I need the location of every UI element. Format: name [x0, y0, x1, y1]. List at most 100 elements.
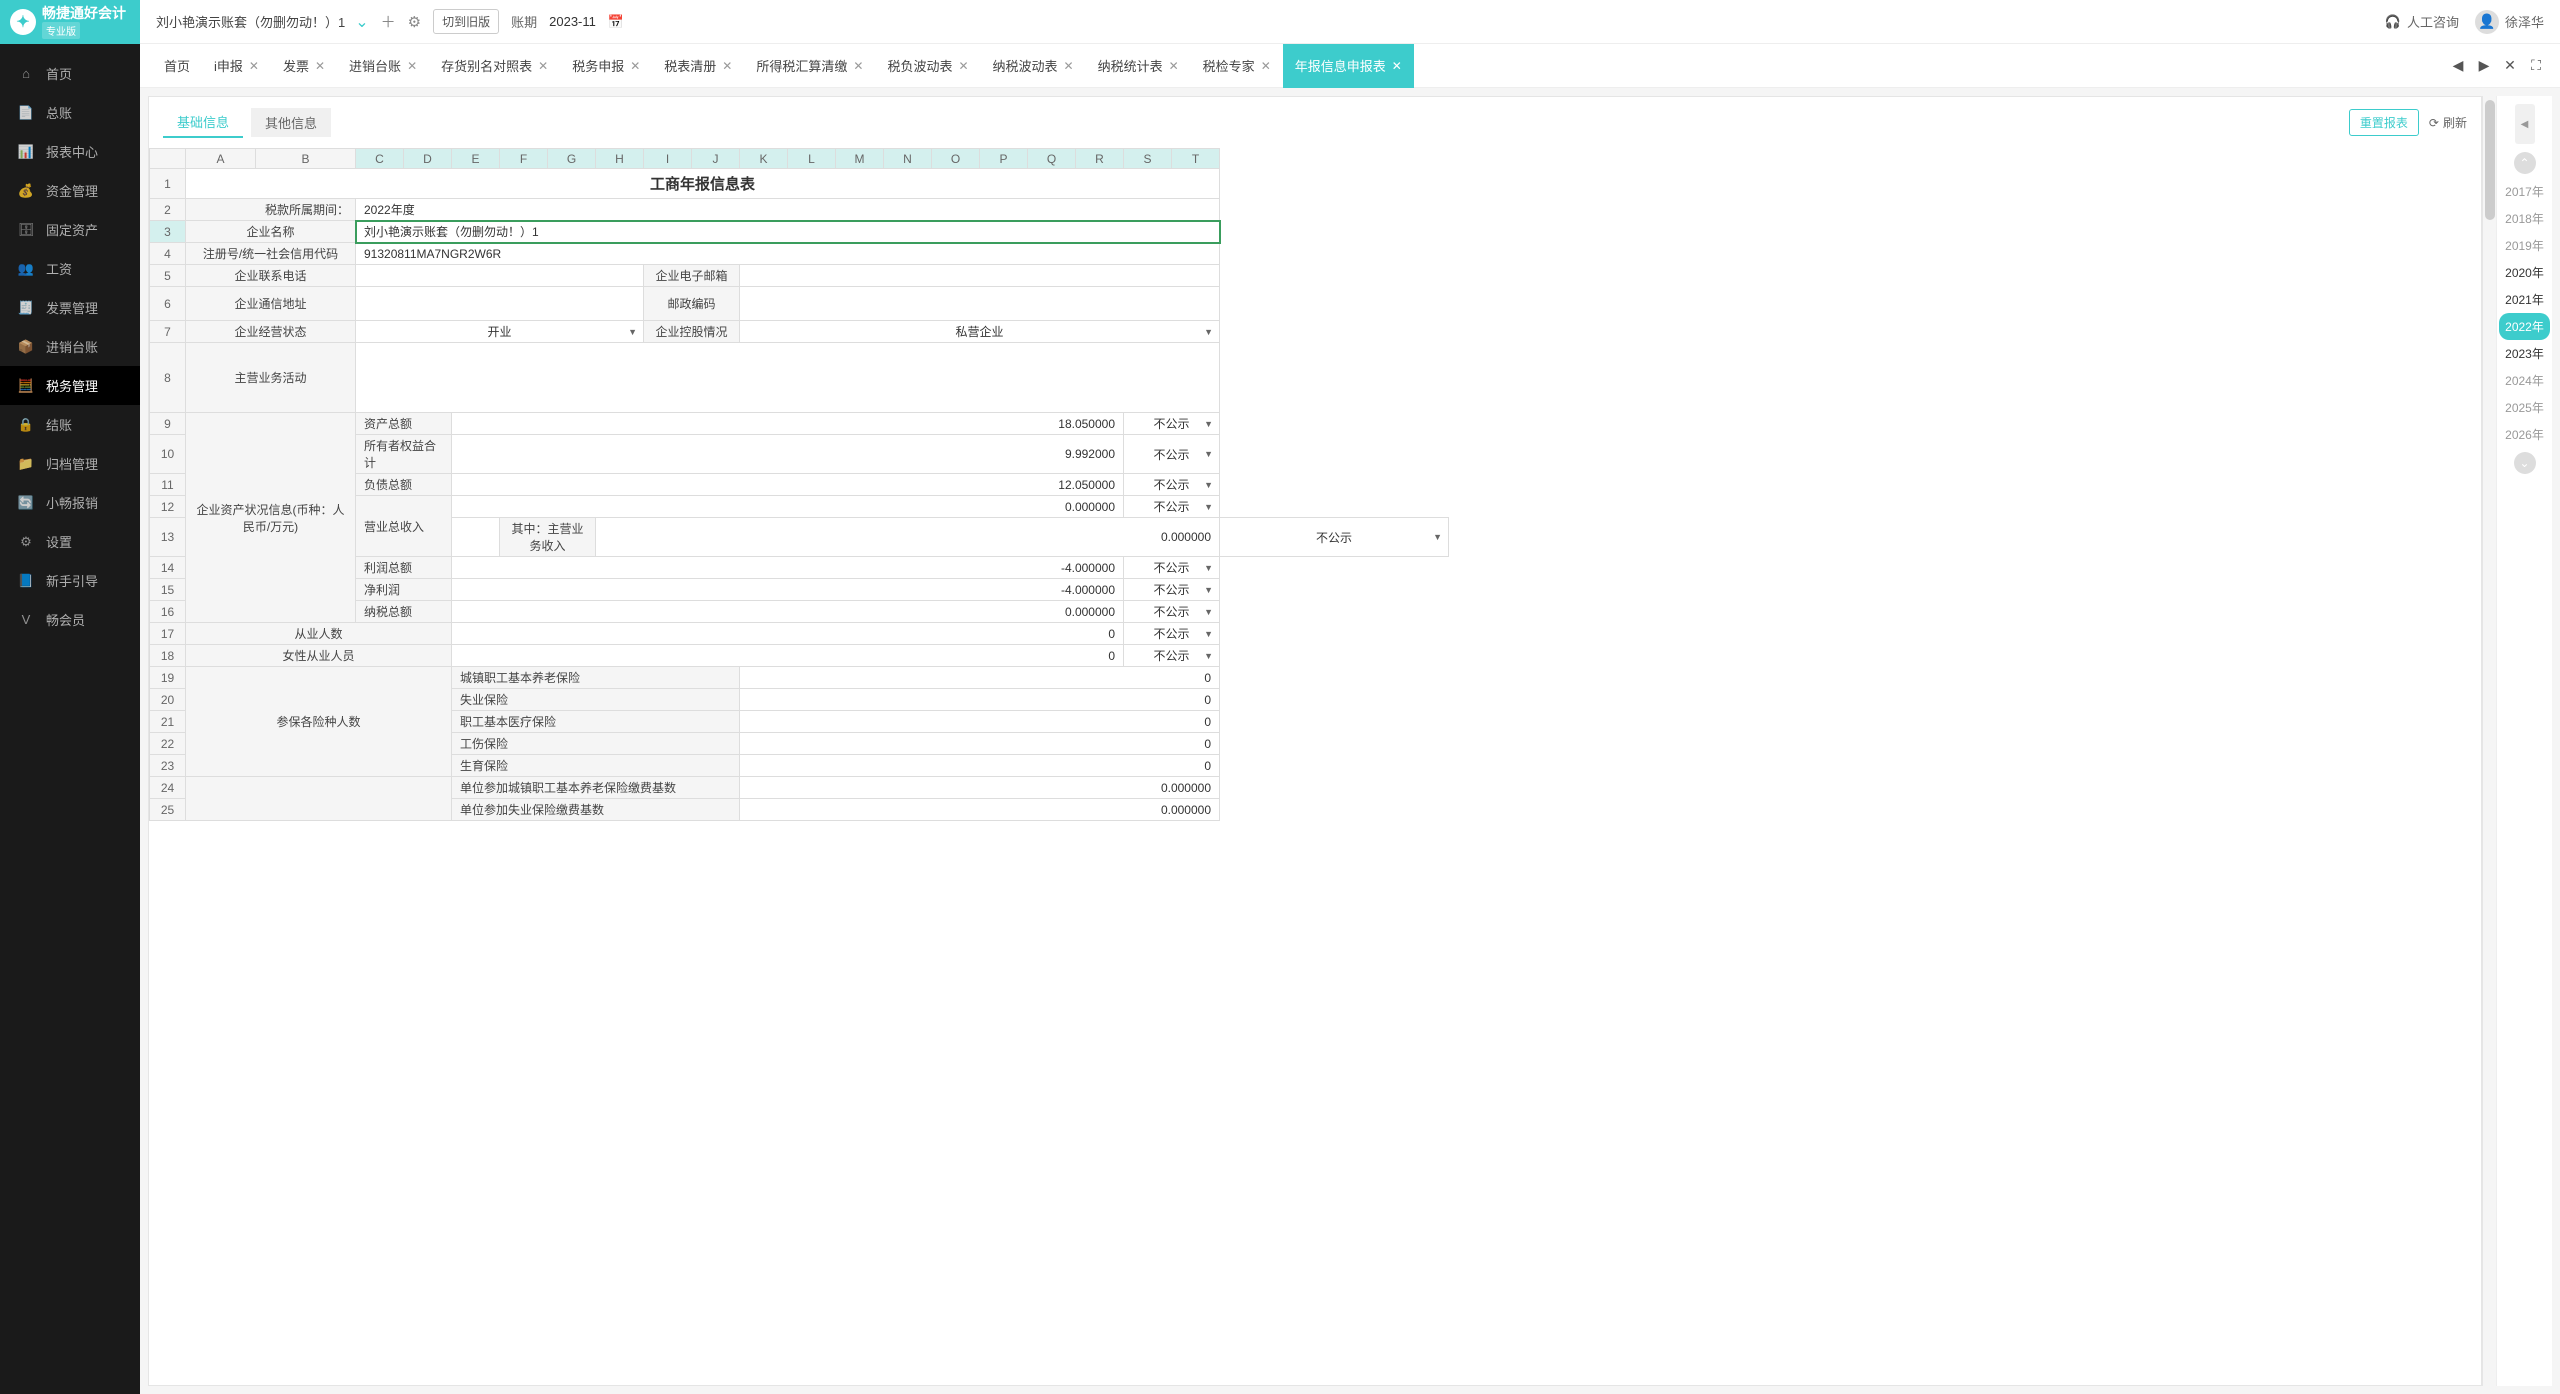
row-header[interactable]: 9 [150, 413, 186, 435]
cell-value[interactable]: 刘小艳演示账套（勿删勿动！）1 [356, 221, 1220, 243]
row-header[interactable]: 2 [150, 199, 186, 221]
sidebar-item-tax[interactable]: 🧮税务管理 [0, 366, 140, 405]
col-header[interactable]: S [1124, 149, 1172, 169]
tab-close-icon[interactable]: ✕ [407, 59, 417, 73]
cell-value[interactable] [740, 287, 1220, 321]
col-header[interactable]: C [356, 149, 404, 169]
cell-dropdown[interactable]: 私营企业 [740, 321, 1220, 343]
subtab-other[interactable]: 其他信息 [251, 108, 331, 137]
cell-value[interactable] [356, 343, 1220, 413]
tabs-close-all-button[interactable]: ✕ [2498, 54, 2522, 78]
row-header[interactable]: 6 [150, 287, 186, 321]
tab-1[interactable]: i申报✕ [202, 44, 271, 88]
tab-close-icon[interactable]: ✕ [1392, 59, 1402, 73]
tab-close-icon[interactable]: ✕ [1261, 59, 1271, 73]
cell-value[interactable]: 0 [740, 689, 1220, 711]
refresh-button[interactable]: ⟳ 刷新 [2429, 114, 2467, 131]
cell-dropdown[interactable]: 不公示 [1124, 557, 1220, 579]
tab-2[interactable]: 发票✕ [271, 44, 337, 88]
year-up-button[interactable]: ⌃ [2514, 152, 2536, 174]
tabs-prev-button[interactable]: ◀ [2446, 54, 2470, 78]
user-menu[interactable]: 👤 徐泽华 [2475, 10, 2544, 34]
cell-value[interactable]: -4.000000 [452, 579, 1124, 601]
row-header[interactable]: 17 [150, 623, 186, 645]
col-header[interactable]: O [932, 149, 980, 169]
tab-3[interactable]: 进销台账✕ [337, 44, 429, 88]
year-down-button[interactable]: ⌄ [2514, 452, 2536, 474]
cell-dropdown[interactable]: 开业 [356, 321, 644, 343]
switch-old-button[interactable]: 切到旧版 [433, 9, 499, 34]
row-header[interactable]: 22 [150, 733, 186, 755]
tab-5[interactable]: 税务申报✕ [560, 44, 652, 88]
row-header[interactable]: 1 [150, 169, 186, 199]
cell-value[interactable]: 0.000000 [740, 777, 1220, 799]
horizontal-scrollbar[interactable] [149, 1369, 2481, 1385]
cell-value[interactable]: 2022年度 [356, 199, 1220, 221]
sidebar-item-vip[interactable]: V畅会员 [0, 600, 140, 639]
tab-close-icon[interactable]: ✕ [1169, 59, 1179, 73]
tab-0[interactable]: 首页 [152, 44, 202, 88]
cell-value[interactable]: 0.000000 [452, 496, 1124, 518]
tab-4[interactable]: 存货别名对照表✕ [429, 44, 560, 88]
cell-value[interactable]: -4.000000 [452, 557, 1124, 579]
sidebar-item-asset[interactable]: 🗄固定资产 [0, 210, 140, 249]
sidebar-item-invoice[interactable]: 🧾发票管理 [0, 288, 140, 327]
cell-value[interactable] [356, 287, 644, 321]
sidebar-item-home[interactable]: ⌂首页 [0, 54, 140, 93]
row-header[interactable]: 23 [150, 755, 186, 777]
consult-link[interactable]: 🎧 人工咨询 [2385, 12, 2459, 31]
row-header[interactable]: 11 [150, 474, 186, 496]
tabs-next-button[interactable]: ▶ [2472, 54, 2496, 78]
cell-value[interactable]: 0.000000 [740, 799, 1220, 821]
cell-dropdown[interactable]: 不公示 [1124, 645, 1220, 667]
sidebar-item-close[interactable]: 🔒结账 [0, 405, 140, 444]
tab-close-icon[interactable]: ✕ [958, 59, 968, 73]
tab-7[interactable]: 所得税汇算清缴✕ [744, 44, 875, 88]
row-header[interactable]: 8 [150, 343, 186, 413]
cell-dropdown[interactable]: 不公示 [1220, 518, 1449, 557]
sidebar-item-settings[interactable]: ⚙设置 [0, 522, 140, 561]
spreadsheet[interactable]: ABCDEFGHIJKLMNOPQRST1工商年报信息表2税款所属期间：2022… [149, 148, 2481, 1369]
year-2026年[interactable]: 2026年 [2499, 421, 2550, 448]
row-header[interactable]: 14 [150, 557, 186, 579]
tab-12[interactable]: 年报信息申报表✕ [1283, 44, 1414, 88]
reset-report-button[interactable]: 重置报表 [2349, 109, 2419, 136]
row-header[interactable]: 19 [150, 667, 186, 689]
year-2024年[interactable]: 2024年 [2499, 367, 2550, 394]
cell-dropdown[interactable]: 不公示 [1124, 435, 1220, 474]
row-header[interactable]: 5 [150, 265, 186, 287]
col-header[interactable]: E [452, 149, 500, 169]
year-collapse-button[interactable]: ◀ [2515, 104, 2535, 144]
col-header[interactable]: A [186, 149, 256, 169]
year-2021年[interactable]: 2021年 [2499, 286, 2550, 313]
sidebar-item-report[interactable]: 📊报表中心 [0, 132, 140, 171]
col-header[interactable]: M [836, 149, 884, 169]
col-header[interactable]: K [740, 149, 788, 169]
cell-value[interactable]: 91320811MA7NGR2W6R [356, 243, 1220, 265]
row-header[interactable]: 25 [150, 799, 186, 821]
col-header[interactable]: N [884, 149, 932, 169]
col-header[interactable]: I [644, 149, 692, 169]
col-header[interactable]: T [1172, 149, 1220, 169]
cell-dropdown[interactable]: 不公示 [1124, 623, 1220, 645]
year-2020年[interactable]: 2020年 [2499, 259, 2550, 286]
row-header[interactable]: 10 [150, 435, 186, 474]
cell-value[interactable]: 0 [452, 623, 1124, 645]
sidebar-item-ledger[interactable]: 📄总账 [0, 93, 140, 132]
year-2022年[interactable]: 2022年 [2499, 313, 2550, 340]
col-header[interactable]: L [788, 149, 836, 169]
tab-11[interactable]: 税检专家✕ [1191, 44, 1283, 88]
cell-value[interactable] [740, 265, 1220, 287]
tab-9[interactable]: 纳税波动表✕ [981, 44, 1086, 88]
add-icon[interactable]: ＋ [381, 11, 396, 32]
cell-value[interactable]: 12.050000 [452, 474, 1124, 496]
tab-8[interactable]: 税负波动表✕ [875, 44, 980, 88]
row-header[interactable]: 15 [150, 579, 186, 601]
tab-close-icon[interactable]: ✕ [315, 59, 325, 73]
cell-value[interactable]: 0 [740, 711, 1220, 733]
cell-value[interactable]: 0 [452, 645, 1124, 667]
row-header[interactable]: 18 [150, 645, 186, 667]
row-header[interactable]: 12 [150, 496, 186, 518]
cell-value[interactable]: 0.000000 [452, 601, 1124, 623]
calendar-icon[interactable]: 📅 [608, 14, 624, 30]
